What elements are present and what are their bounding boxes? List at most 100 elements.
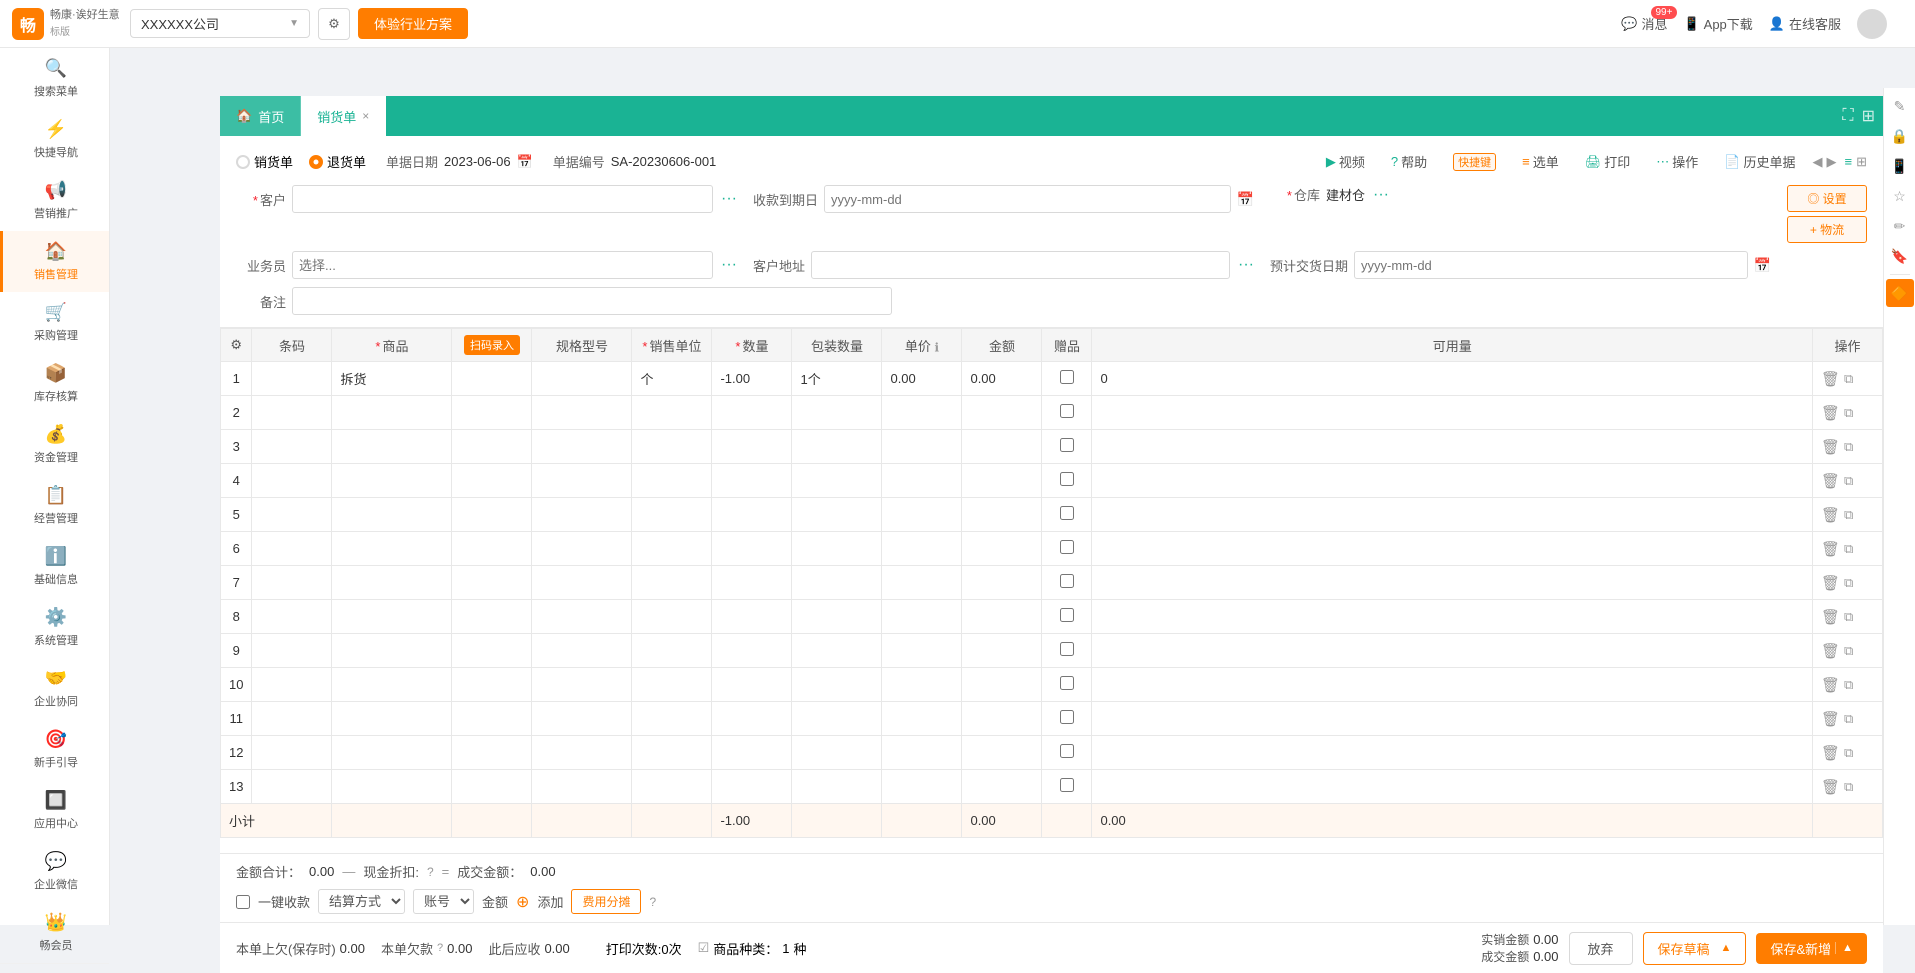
customer-addr-dots-icon[interactable]: ··· [1238,257,1254,273]
video-button[interactable]: ▶ 视频 [1317,148,1374,175]
row-spec-6[interactable] [532,532,632,566]
row-amount-6[interactable] [962,532,1042,566]
row-price-3[interactable] [882,430,962,464]
sidebar-item-weixin[interactable]: 💬 企业微信 [0,841,109,902]
customer-dots-icon[interactable]: ··· [721,191,737,207]
row-pkg-qty-12[interactable] [792,736,882,770]
row-spec-13[interactable] [532,770,632,804]
copy-row-icon-3[interactable]: ⧉ [1844,439,1853,455]
delete-row-icon-9[interactable]: 🗑 [1821,642,1840,660]
row-amount-4[interactable] [962,464,1042,498]
row-amount-2[interactable] [962,396,1042,430]
row-amount-5[interactable] [962,498,1042,532]
row-gift-8[interactable] [1042,600,1092,634]
row-product-5[interactable] [332,498,452,532]
calendar-icon[interactable]: 📅 [517,154,533,170]
row-amount-12[interactable] [962,736,1042,770]
row-spec-5[interactable] [532,498,632,532]
sidebar-item-purchase[interactable]: 🛒 采购管理 [0,292,109,353]
expected-date-input[interactable] [1354,251,1748,279]
sidebar-item-system[interactable]: ⚙️ 系统管理 [0,597,109,658]
delete-row-icon-1[interactable]: 🗑 [1821,370,1840,388]
row-unit-3[interactable] [632,430,712,464]
history-button[interactable]: 📄 历史单据 [1715,148,1804,175]
copy-row-icon-7[interactable]: ⧉ [1844,575,1853,591]
row-product-8[interactable] [332,600,452,634]
row-barcode-3[interactable] [252,430,332,464]
row-qty-10[interactable] [712,668,792,702]
sidebar-item-enterprise[interactable]: 🤝 企业协同 [0,658,109,719]
row-qty-13[interactable] [712,770,792,804]
row-spec-2[interactable] [532,396,632,430]
row-pkg-qty-13[interactable] [792,770,882,804]
rp-lock-icon[interactable]: 🔒 [1886,122,1914,150]
copy-row-icon-10[interactable]: ⧉ [1844,677,1853,693]
customer-input[interactable] [292,185,713,213]
row-price-7[interactable] [882,566,962,600]
delete-row-icon-6[interactable]: 🗑 [1821,540,1840,558]
row-product-1[interactable]: 拆货 [332,362,452,396]
owe-help-icon[interactable]: ? [437,942,443,954]
delete-row-icon-5[interactable]: 🗑 [1821,506,1840,524]
message-button[interactable]: 💬 消息 99+ [1621,14,1667,33]
save-draft-dropdown-icon[interactable]: ▲ [1714,942,1732,954]
row-pkg-qty-10[interactable] [792,668,882,702]
customer-addr-input[interactable] [811,251,1230,279]
warehouse-dots-icon[interactable]: ··· [1373,187,1389,203]
sidebar-item-app-center[interactable]: 🔲 应用中心 [0,780,109,841]
row-product-10[interactable] [332,668,452,702]
rp-star-icon[interactable]: ☆ [1886,182,1914,210]
row-product-2[interactable] [332,396,452,430]
row-unit-6[interactable] [632,532,712,566]
sidebar-item-search[interactable]: 🔍 搜索菜单 [0,48,109,109]
copy-row-icon-9[interactable]: ⧉ [1844,643,1853,659]
row-barcode-13[interactable] [252,770,332,804]
delete-row-icon-4[interactable]: 🗑 [1821,472,1840,490]
one-click-checkbox[interactable] [236,895,250,909]
save-draft-button[interactable]: 保存草稿 ▲ [1643,932,1747,965]
row-unit-9[interactable] [632,634,712,668]
row-price-8[interactable] [882,600,962,634]
prev-icon[interactable]: ◀ [1813,154,1823,170]
row-pkg-qty-1[interactable]: 1个 [792,362,882,396]
sidebar-item-inventory[interactable]: 📦 库存核算 [0,353,109,414]
row-qty-1[interactable]: -1.00 [712,362,792,396]
row-unit-7[interactable] [632,566,712,600]
row-pkg-qty-6[interactable] [792,532,882,566]
row-amount-1[interactable]: 0.00 [962,362,1042,396]
row-product-9[interactable] [332,634,452,668]
setup-button[interactable]: ◎ 设置 [1787,185,1867,212]
help-circle-icon[interactable]: ? [649,895,656,909]
row-amount-3[interactable] [962,430,1042,464]
row-pkg-qty-8[interactable] [792,600,882,634]
row-pkg-qty-5[interactable] [792,498,882,532]
due-date-input[interactable] [824,185,1231,213]
th-scan[interactable]: 扫码录入 [452,329,532,362]
row-unit-1[interactable]: 个 [632,362,712,396]
row-gift-9[interactable] [1042,634,1092,668]
row-gift-4[interactable] [1042,464,1092,498]
row-price-11[interactable] [882,702,962,736]
row-gift-10[interactable] [1042,668,1092,702]
row-pkg-qty-11[interactable] [792,702,882,736]
row-product-13[interactable] [332,770,452,804]
delete-row-icon-12[interactable]: 🗑 [1821,744,1840,762]
row-unit-2[interactable] [632,396,712,430]
row-price-9[interactable] [882,634,962,668]
row-spec-8[interactable] [532,600,632,634]
tab-home[interactable]: 🏠 首页 [220,96,301,136]
rp-orange-icon[interactable]: 🔶 [1886,279,1914,307]
row-barcode-12[interactable] [252,736,332,770]
sidebar-item-guide[interactable]: 🎯 新手引导 [0,719,109,780]
row-barcode-8[interactable] [252,600,332,634]
row-qty-7[interactable] [712,566,792,600]
save-new-button[interactable]: 保存&新增 ▲ [1756,933,1867,964]
row-qty-4[interactable] [712,464,792,498]
row-qty-8[interactable] [712,600,792,634]
logistics-button[interactable]: + 物流 [1787,216,1867,243]
delete-row-icon-11[interactable]: 🗑 [1821,710,1840,728]
copy-row-icon-6[interactable]: ⧉ [1844,541,1853,557]
print-button[interactable]: 🖨 打印 [1576,148,1640,175]
add-payment-button[interactable]: ⊕ [516,892,529,912]
row-price-2[interactable] [882,396,962,430]
